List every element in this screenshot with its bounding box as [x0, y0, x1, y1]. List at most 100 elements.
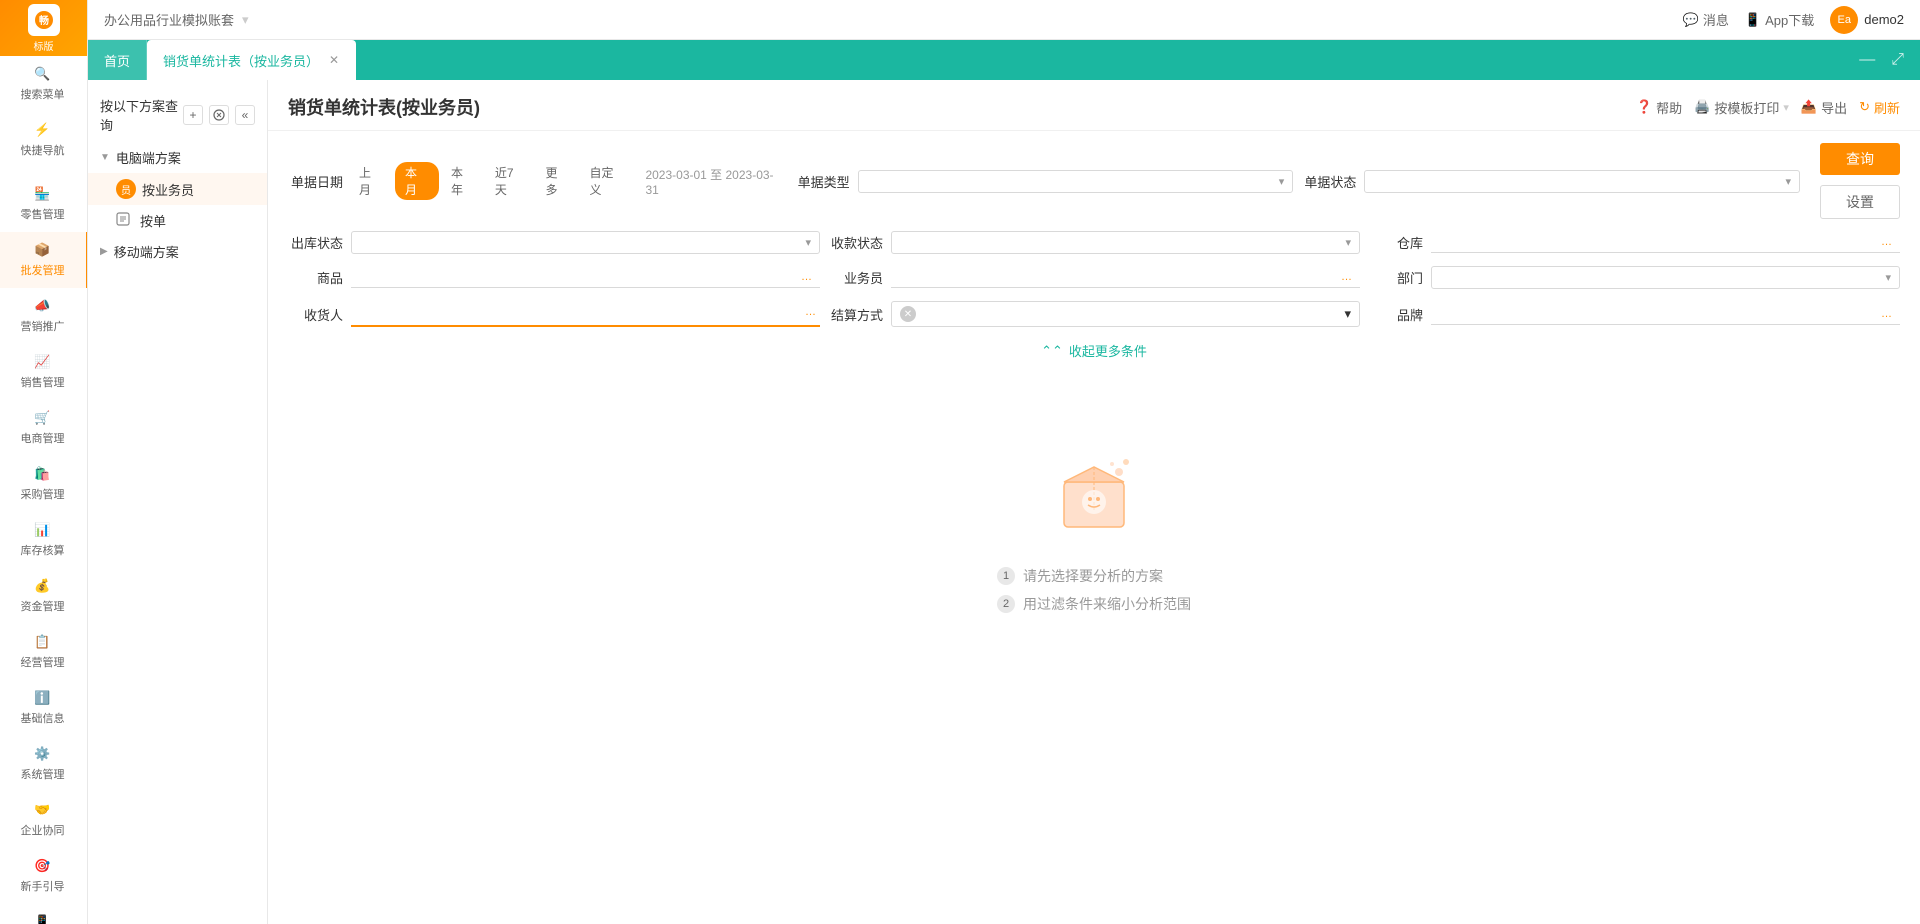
date-last-month-btn[interactable]: 上月: [351, 162, 391, 200]
action-buttons: 查询 设置: [1820, 143, 1900, 219]
collab-icon: 🤝: [34, 802, 50, 818]
sidebar-item-basic-info[interactable]: ℹ️ 基础信息: [0, 680, 88, 736]
sidebar-item-collab[interactable]: 🤝 企业协同: [0, 792, 88, 848]
sidebar: 畅 标版 🔍 搜索菜单 ⚡ 快捷导航 🏪 零售管理 📦 批发管理 📣 营销推广 …: [0, 0, 88, 924]
sidebar-item-label: 销售管理: [21, 374, 65, 390]
quick-nav-icon: ⚡: [34, 122, 50, 138]
out-status-select[interactable]: ▾: [351, 231, 820, 254]
settings-button[interactable]: 设置: [1820, 185, 1900, 219]
sidebar-item-wholesale[interactable]: 📦 批发管理: [0, 232, 88, 288]
add-scheme-button[interactable]: +: [183, 105, 203, 125]
sidebar-item-newbie[interactable]: 🎯 新手引导: [0, 848, 88, 904]
user-area[interactable]: Ea demo2: [1830, 6, 1904, 34]
expand-arrow-icon: ▶: [100, 246, 108, 257]
chevron-down-icon: ▾: [1785, 175, 1791, 188]
app-download-label: App下载: [1765, 10, 1814, 29]
sidebar-item-system[interactable]: ⚙️ 系统管理: [0, 736, 88, 792]
sidebar-item-inventory[interactable]: 📊 库存核算: [0, 512, 88, 568]
filter-area: 单据日期 上月 本月 本年 近7天 更多 自定义 2023-03-01 至 20…: [268, 131, 1920, 382]
refresh-button[interactable]: ↻ 刷新: [1859, 98, 1900, 117]
date-custom-btn[interactable]: 自定义: [582, 162, 634, 200]
collapse-filters-button[interactable]: ⌃⌃ 收起更多条件: [288, 335, 1900, 366]
sidebar-item-marketing[interactable]: 📣 营销推广: [0, 288, 88, 344]
recipient-input[interactable]: [351, 302, 820, 327]
query-button[interactable]: 查询: [1820, 143, 1900, 175]
ecommerce-icon: 🛒: [34, 410, 50, 426]
doc-type-select[interactable]: ▾: [858, 170, 1294, 193]
app-logo: 畅 标版: [0, 0, 88, 56]
date-this-month-btn[interactable]: 本月: [395, 162, 439, 200]
date-more-btn[interactable]: 更多: [538, 162, 578, 200]
sidebar-item-search[interactable]: 🔍 搜索菜单: [0, 56, 88, 112]
sidebar-item-retail[interactable]: 🏪 零售管理: [0, 176, 88, 232]
tab-close-icon[interactable]: ✕: [329, 53, 339, 67]
top-header: 办公用品行业模拟账套 ▾ 💬 消息 📱 App下载 Ea demo2: [88, 0, 1920, 40]
sidebar-item-purchase[interactable]: 🛍️ 采购管理: [0, 456, 88, 512]
edit-scheme-button[interactable]: [209, 105, 229, 125]
sidebar-item-app-center[interactable]: 📱 应用中心: [0, 904, 88, 924]
brand-label: 品牌: [1368, 305, 1423, 324]
doc-status-select[interactable]: ▾: [1364, 170, 1800, 193]
more-options-icon: …: [801, 271, 812, 283]
print-icon: 🖨️: [1694, 99, 1710, 115]
sidebar-item-ecommerce[interactable]: 🛒 电商管理: [0, 400, 88, 456]
payment-select[interactable]: ✕ ▾: [891, 301, 1360, 327]
content-area: 按以下方案查询 + « ▼ 电脑端方案 员 按业务员: [88, 80, 1920, 924]
main-area: 办公用品行业模拟账套 ▾ 💬 消息 📱 App下载 Ea demo2 首页 销货…: [88, 0, 1920, 924]
tab-home[interactable]: 首页: [88, 40, 147, 80]
header-right-actions: 💬 消息 📱 App下载 Ea demo2: [1683, 6, 1904, 34]
chevron-down-icon: ▾: [805, 236, 811, 249]
sidebar-item-label: 电商管理: [21, 430, 65, 446]
wholesale-icon: 📦: [34, 242, 50, 258]
newbie-icon: 🎯: [34, 858, 50, 874]
brand-input[interactable]: …: [1431, 304, 1900, 325]
warehouse-input[interactable]: …: [1431, 232, 1900, 253]
desktop-group-label: 电脑端方案: [116, 148, 181, 167]
message-label: 消息: [1703, 10, 1729, 29]
goods-label: 商品: [288, 268, 343, 287]
message-button[interactable]: 💬 消息: [1683, 10, 1729, 29]
tab-minimize-button[interactable]: —: [1855, 47, 1879, 73]
desktop-scheme-group: ▼ 电脑端方案 员 按业务员 按单: [88, 142, 267, 236]
username: demo2: [1864, 12, 1904, 27]
page-title: 销货单统计表(按业务员): [288, 94, 480, 120]
export-button[interactable]: 📤 导出: [1801, 98, 1847, 117]
mobile-group-header[interactable]: ▶ 移动端方案: [88, 236, 267, 267]
payment-clear-icon[interactable]: ✕: [900, 306, 916, 322]
tab-maximize-button[interactable]: ⤢: [1887, 47, 1908, 73]
scheme-item-by-salesperson[interactable]: 员 按业务员: [88, 173, 267, 205]
help-button[interactable]: ❓ 帮助: [1636, 98, 1682, 117]
print-label: 按模板打印: [1714, 98, 1779, 117]
department-select[interactable]: ▾: [1431, 266, 1900, 289]
salesperson-input[interactable]: …: [891, 267, 1360, 288]
goods-input[interactable]: …: [351, 267, 820, 288]
empty-step-2: 2 用过滤条件来缩小分析范围: [997, 590, 1191, 618]
mobile-scheme-group: ▶ 移动端方案: [88, 236, 267, 267]
collapse-panel-button[interactable]: «: [235, 105, 255, 125]
sidebar-item-label: 库存核算: [21, 542, 65, 558]
date-this-year-btn[interactable]: 本年: [443, 162, 483, 200]
receipt-status-select[interactable]: ▾: [891, 231, 1360, 254]
more-options-icon: …: [1881, 308, 1892, 320]
basic-info-icon: ℹ️: [34, 690, 50, 706]
receipt-status-label: 收款状态: [828, 233, 883, 252]
date-7days-btn[interactable]: 近7天: [487, 162, 534, 200]
sidebar-item-label: 搜索菜单: [21, 86, 65, 102]
sidebar-item-label: 批发管理: [21, 262, 65, 278]
scheme-icon: [116, 212, 130, 229]
salesperson-label: 业务员: [828, 268, 883, 287]
recipient-field-wrapper: …: [351, 302, 820, 327]
desktop-group-header[interactable]: ▼ 电脑端方案: [88, 142, 267, 173]
tab-sales-stat[interactable]: 销货单统计表（按业务员） ✕: [147, 40, 356, 80]
print-button[interactable]: 🖨️ 按模板打印 ▾: [1694, 98, 1789, 117]
sidebar-item-operations[interactable]: 📋 经营管理: [0, 624, 88, 680]
scheme-item-by-order[interactable]: 按单: [88, 205, 267, 236]
sidebar-item-label: 新手引导: [21, 878, 65, 894]
sidebar-item-quick-nav[interactable]: ⚡ 快捷导航: [0, 112, 88, 168]
sidebar-item-finance[interactable]: 💰 资金管理: [0, 568, 88, 624]
system-icon: ⚙️: [34, 746, 50, 762]
sidebar-item-sales[interactable]: 📈 销售管理: [0, 344, 88, 400]
app-download-button[interactable]: 📱 App下载: [1745, 10, 1814, 29]
page-header: 销货单统计表(按业务员) ❓ 帮助 🖨️ 按模板打印 ▾ 📤 导出: [268, 80, 1920, 131]
panel-header: 按以下方案查询 + «: [88, 88, 267, 142]
